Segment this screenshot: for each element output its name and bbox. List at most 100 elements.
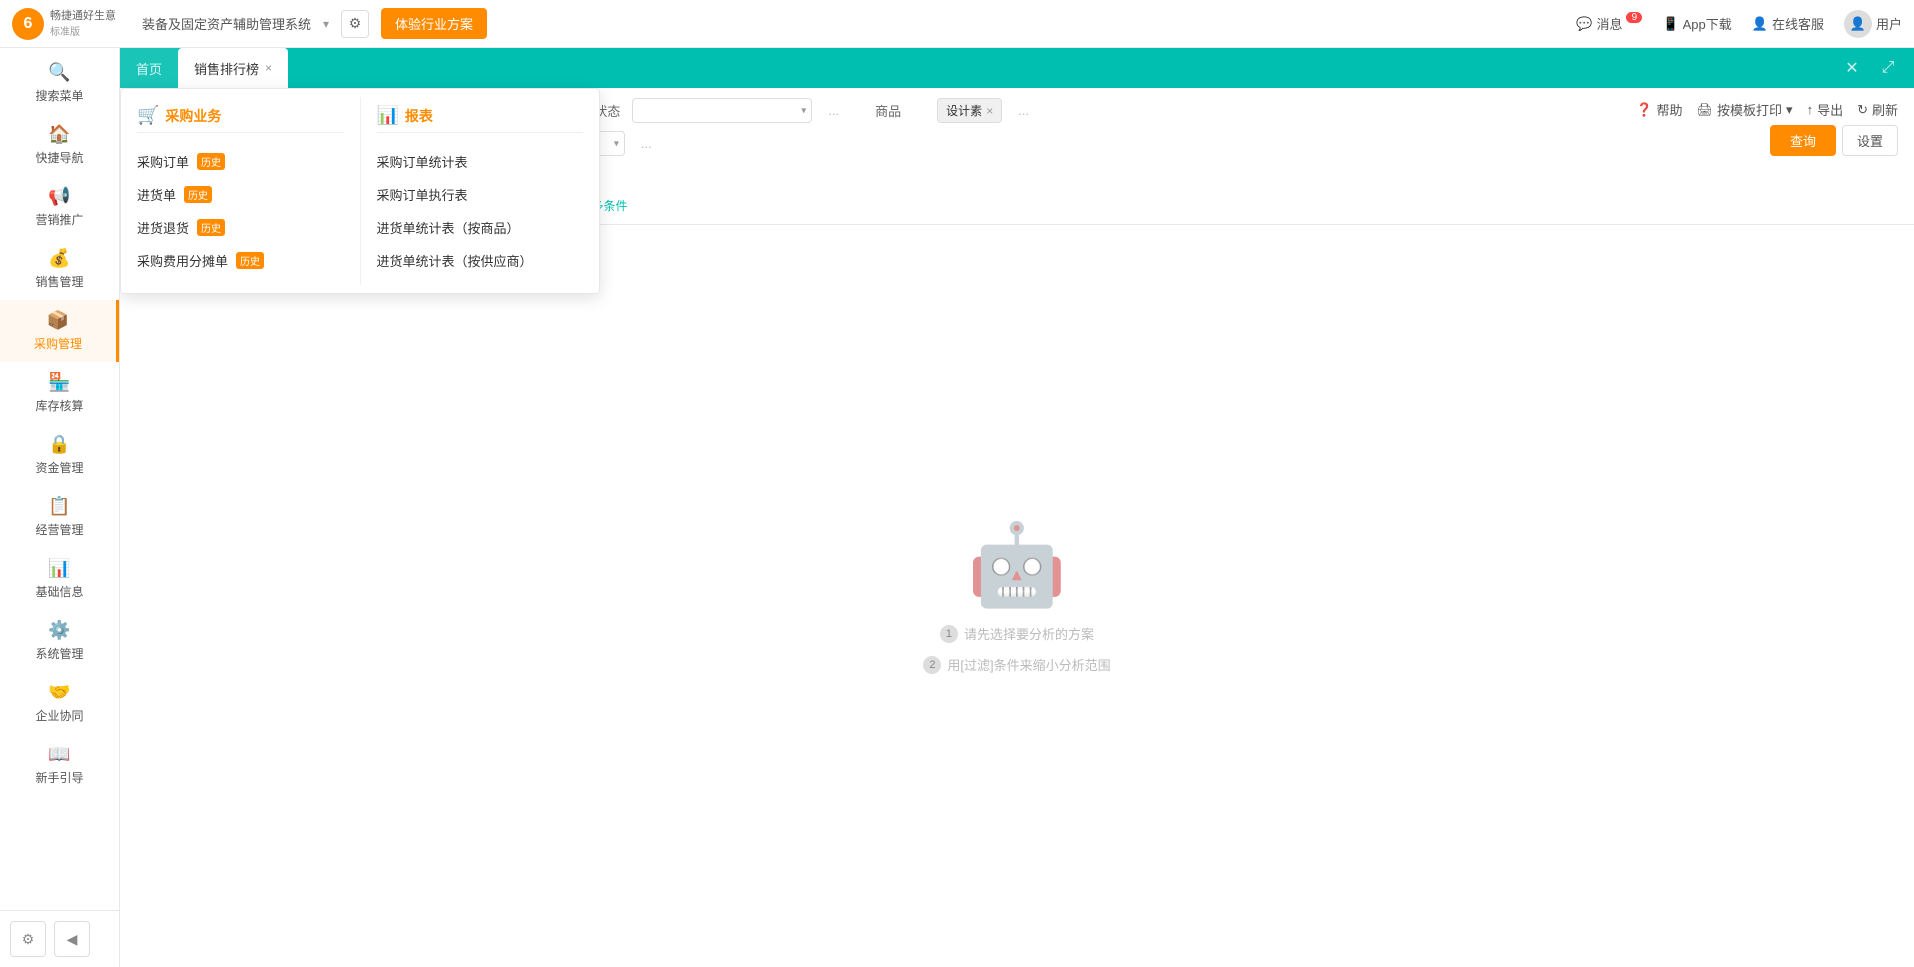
logo-text: 畅捷通好生意	[50, 9, 116, 23]
incoming-stat-supplier-label: 进货单统计表（按供应商）	[377, 251, 533, 270]
goods-dots: ...	[1018, 103, 1029, 118]
hist-badge-incoming: 历史	[184, 186, 212, 203]
help-icon: ❓	[1636, 102, 1652, 118]
industry-button[interactable]: 体验行业方案	[381, 8, 487, 39]
dropdown-item-purchase-order[interactable]: 采购订单 历史	[137, 145, 344, 178]
settings-button[interactable]: 设置	[1842, 125, 1898, 156]
help-button[interactable]: ❓ 帮助	[1636, 100, 1682, 119]
export-label: 导出	[1817, 100, 1843, 119]
sidebar-item-label-inventory: 库存核算	[35, 397, 83, 414]
sidebar-item-label-system: 系统管理	[35, 645, 83, 662]
sidebar-item-system[interactable]: ⚙️ 系统管理	[0, 610, 119, 672]
messages-label: 消息	[1596, 14, 1622, 33]
sidebar-item-capital[interactable]: 🔒 资金管理	[0, 424, 119, 486]
tab-maximize-button[interactable]: ⤢	[1874, 54, 1902, 82]
goods-tag: 设计素 ×	[937, 98, 1002, 123]
sidebar-item-label-purchase: 采购管理	[34, 335, 82, 352]
refresh-icon: ↻	[1857, 102, 1868, 118]
header-right: 💬 消息 9 📱 App下载 👤 在线客服 👤 用户	[1576, 10, 1902, 38]
sidebar-item-label-capital: 资金管理	[35, 459, 83, 476]
empty-hint-1-text: 请先选择要分析的方案	[964, 624, 1094, 643]
tab-sales-rank-label: 销售排行榜	[194, 59, 259, 78]
sidebar-item-sales[interactable]: 💰 销售管理	[0, 238, 119, 300]
sidebar-item-guide[interactable]: 📖 新手引导	[0, 734, 119, 796]
dropdown-item-purchase-incoming[interactable]: 进货单 历史	[137, 178, 344, 211]
print-dropdown-icon[interactable]: ▾	[1786, 102, 1793, 118]
empty-illustration: 🤖	[967, 518, 1067, 612]
dropdown-purchase-title: 🛒 采购业务	[137, 105, 344, 133]
report-col-title-label: 报表	[405, 106, 433, 126]
dropdown-item-purchase-order-stat[interactable]: 采购订单统计表	[377, 145, 584, 178]
sidebar-item-label-marketing: 营销推广	[35, 211, 83, 228]
settings-bottom-button[interactable]: ⚙	[10, 921, 46, 957]
export-icon: ↑	[1807, 102, 1814, 117]
purchase-order-stat-label: 采购订单统计表	[377, 152, 468, 171]
dropdown-item-purchase-expense[interactable]: 采购费用分摊单 历史	[137, 244, 344, 277]
online-service-action[interactable]: 👤 在线客服	[1752, 14, 1824, 33]
report-menu-icon: 📊	[377, 105, 399, 126]
user-action[interactable]: 👤 用户	[1844, 10, 1902, 38]
dropdown-item-purchase-order-exec[interactable]: 采购订单执行表	[377, 178, 584, 211]
tab-bar-right: ✕ ⤢	[1838, 48, 1914, 88]
sidebar-item-quick-nav[interactable]: 🏠 快捷导航	[0, 114, 119, 176]
system-dropdown-icon[interactable]: ▾	[323, 17, 329, 31]
online-service-label: 在线客服	[1772, 14, 1824, 33]
goods-label: 商品	[875, 101, 925, 120]
purchase-icon: 📦	[47, 310, 69, 331]
phone-icon: 📱	[1662, 16, 1678, 32]
export-button[interactable]: ↑ 导出	[1807, 100, 1844, 119]
voucher-status-dots: ...	[828, 103, 839, 118]
app-download-label: App下载	[1683, 14, 1732, 33]
service-icon: 👤	[1752, 16, 1768, 32]
tab-sales-rank[interactable]: 销售排行榜 ×	[178, 48, 288, 88]
sales-icon: 💰	[48, 248, 70, 269]
sidebar-item-label-operation: 经营管理	[35, 521, 83, 538]
sidebar-item-label-basic: 基础信息	[35, 583, 83, 600]
hist-badge-return: 历史	[197, 219, 225, 236]
purchase-order-label: 采购订单	[137, 152, 189, 171]
tab-close-icon[interactable]: ×	[265, 61, 272, 75]
sidebar-item-search[interactable]: 🔍 搜索菜单	[0, 52, 119, 114]
sidebar-item-operation[interactable]: 📋 经营管理	[0, 486, 119, 548]
user-avatar: 👤	[1844, 10, 1872, 38]
tab-close-window-button[interactable]: ✕	[1838, 54, 1866, 82]
collapse-sidebar-button[interactable]: ◀	[54, 921, 90, 957]
logo-badge: 标准版	[50, 23, 116, 38]
sidebar-item-label-enterprise: 企业协同	[35, 707, 83, 724]
incoming-label: 进货单	[137, 185, 176, 204]
incoming-stat-goods-label: 进货单统计表（按商品）	[377, 218, 520, 237]
dropdown-item-purchase-return[interactable]: 进货退货 历史	[137, 211, 344, 244]
gear-button[interactable]: ⚙	[341, 10, 369, 38]
basic-icon: 📊	[48, 558, 70, 579]
goods-tag-close-icon[interactable]: ×	[986, 104, 993, 118]
hist-badge-expense: 历史	[236, 252, 264, 269]
sidebar-item-label-sales: 销售管理	[35, 273, 83, 290]
empty-num-1: 1	[940, 625, 958, 643]
sidebar-item-enterprise[interactable]: 🤝 企业协同	[0, 672, 119, 734]
search-button[interactable]: 查询	[1770, 125, 1836, 156]
sidebar-item-basic[interactable]: 📊 基础信息	[0, 548, 119, 610]
hist-badge-purchase-order: 历史	[197, 153, 225, 170]
refresh-button[interactable]: ↻ 刷新	[1857, 100, 1898, 119]
operation-icon: 📋	[48, 496, 70, 517]
print-button[interactable]: 🖨 按模板打印 ▾	[1697, 100, 1793, 119]
message-icon: 💬	[1576, 16, 1592, 32]
sidebar-item-inventory[interactable]: 🏪 库存核算	[0, 362, 119, 424]
system-icon: ⚙️	[48, 620, 70, 641]
tab-home[interactable]: 首页	[120, 48, 178, 88]
dropdown-report-title: 📊 报表	[377, 105, 584, 133]
empty-num-2: 2	[923, 656, 941, 674]
dropdown-item-incoming-stat-goods[interactable]: 进货单统计表（按商品）	[377, 211, 584, 244]
sidebar-item-marketing[interactable]: 📢 营销推广	[0, 176, 119, 238]
sidebar-item-purchase[interactable]: 📦 采购管理	[0, 300, 119, 362]
voucher-status-select[interactable]	[632, 98, 812, 123]
return-label: 进货退货	[137, 218, 189, 237]
messages-action[interactable]: 💬 消息 9	[1576, 14, 1642, 33]
refresh-label: 刷新	[1872, 100, 1898, 119]
inventory-icon: 🏪	[48, 372, 70, 393]
dropdown-item-incoming-stat-supplier[interactable]: 进货单统计表（按供应商）	[377, 244, 584, 277]
app-download-action[interactable]: 📱 App下载	[1662, 14, 1731, 33]
sidebar-item-label-quick-nav: 快捷导航	[35, 149, 83, 166]
tab-home-label: 首页	[136, 59, 162, 78]
header-middle: 装备及固定资产辅助管理系统 ▾ ⚙ 体验行业方案	[132, 8, 1576, 39]
